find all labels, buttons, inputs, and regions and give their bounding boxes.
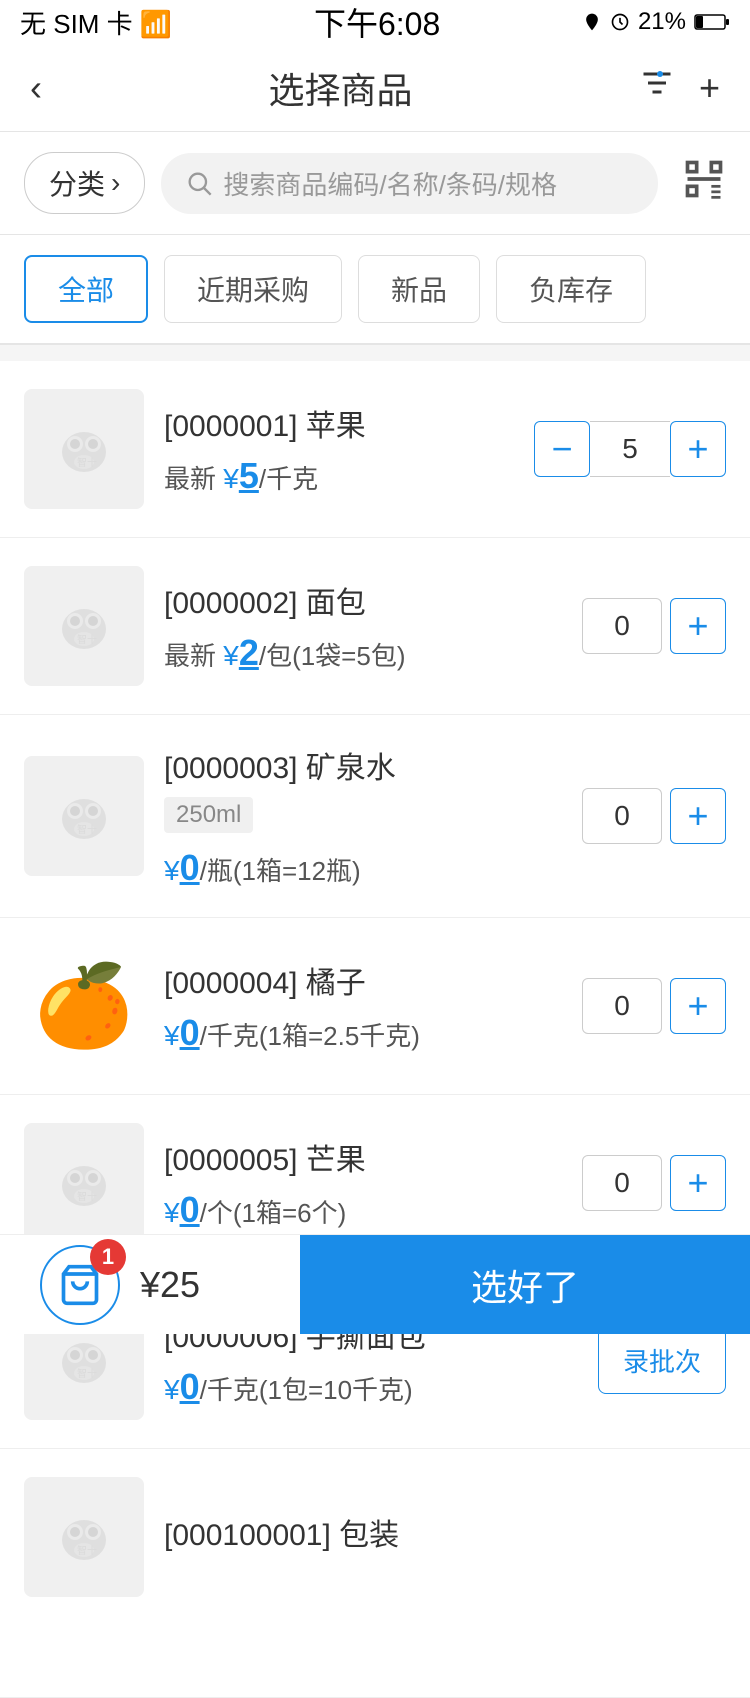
quantity-control: + bbox=[582, 978, 726, 1034]
product-price: ¥0/瓶(1箱=12瓶) bbox=[164, 847, 562, 889]
tab-bar: 全部 近期采购 新品 负库存 bbox=[0, 235, 750, 345]
status-left: 无 SIM 卡 📶 bbox=[20, 4, 172, 41]
product-name: [0000003] 矿泉水 bbox=[164, 743, 562, 787]
quantity-input[interactable] bbox=[582, 598, 662, 654]
status-right: 21% bbox=[582, 8, 730, 36]
battery-percent: 21% bbox=[638, 8, 686, 36]
product-item: 智十 [000100001] 包装 bbox=[0, 1449, 750, 1698]
search-placeholder: 搜索商品编码/名称/条码/规格 bbox=[223, 165, 557, 202]
increase-button[interactable]: + bbox=[670, 598, 726, 654]
product-item: 智十 [0000002] 面包 最新 ¥2/包(1袋=5包) + bbox=[0, 538, 750, 715]
product-price: ¥0/千克(1包=10千克) bbox=[164, 1366, 578, 1408]
owl-icon: 智十 bbox=[49, 591, 119, 661]
owl-icon: 智十 bbox=[49, 1325, 119, 1395]
quantity-control: + bbox=[582, 788, 726, 844]
product-name: [0000005] 芒果 bbox=[164, 1135, 562, 1179]
svg-text:智十: 智十 bbox=[77, 1190, 97, 1203]
tab-all[interactable]: 全部 bbox=[24, 255, 148, 323]
confirm-button[interactable]: 选好了 bbox=[300, 1235, 750, 1334]
add-icon[interactable]: + bbox=[699, 67, 720, 109]
batch-button[interactable]: 录批次 bbox=[598, 1327, 726, 1394]
search-box[interactable]: 搜索商品编码/名称/条码/规格 bbox=[161, 153, 658, 214]
product-image: 🍊 bbox=[24, 946, 144, 1066]
orange-image: 🍊 bbox=[34, 966, 134, 1046]
filter-bar: 分类 › 搜索商品编码/名称/条码/规格 bbox=[0, 132, 750, 235]
tab-negative[interactable]: 负库存 bbox=[496, 255, 646, 323]
svg-text:智十: 智十 bbox=[77, 633, 97, 646]
nav-bar: ‹ 选择商品 + bbox=[0, 44, 750, 132]
product-image: 智十 bbox=[24, 566, 144, 686]
location-icon bbox=[582, 12, 602, 32]
filter-icon[interactable] bbox=[639, 65, 675, 110]
cart-total: ¥25 bbox=[140, 1264, 200, 1306]
quantity-input[interactable] bbox=[582, 788, 662, 844]
tab-new[interactable]: 新品 bbox=[358, 255, 480, 323]
battery-icon bbox=[694, 12, 730, 32]
product-name: [0000004] 橘子 bbox=[164, 958, 562, 1002]
product-price: 最新 ¥5/千克 bbox=[164, 455, 514, 497]
product-info: [0000001] 苹果 最新 ¥5/千克 bbox=[164, 401, 514, 497]
svg-text:智十: 智十 bbox=[77, 1544, 97, 1557]
product-info: [0000005] 芒果 ¥0/个(1箱=6个) bbox=[164, 1135, 562, 1231]
product-info: [0000002] 面包 最新 ¥2/包(1袋=5包) bbox=[164, 578, 562, 674]
alarm-icon bbox=[610, 12, 630, 32]
increase-button[interactable]: + bbox=[670, 421, 726, 477]
svg-text:智十: 智十 bbox=[77, 1367, 97, 1380]
product-item: 🍊 [0000004] 橘子 ¥0/千克(1箱=2.5千克) + bbox=[0, 918, 750, 1095]
product-list: 智十 [0000001] 苹果 最新 ¥5/千克 − + 智十 bbox=[0, 361, 750, 1698]
back-button[interactable]: ‹ bbox=[30, 67, 42, 109]
product-name: [0000002] 面包 bbox=[164, 578, 562, 622]
category-button[interactable]: 分类 › bbox=[24, 152, 145, 214]
page-title: 选择商品 bbox=[268, 62, 412, 114]
bottom-bar: 1 ¥25 选好了 bbox=[0, 1234, 750, 1334]
product-price: ¥0/千克(1箱=2.5千克) bbox=[164, 1012, 562, 1054]
product-name: [0000001] 苹果 bbox=[164, 401, 514, 445]
product-image: 智十 bbox=[24, 389, 144, 509]
quantity-control: + bbox=[582, 598, 726, 654]
quantity-input[interactable] bbox=[582, 978, 662, 1034]
increase-button[interactable]: + bbox=[670, 1155, 726, 1211]
product-price: 最新 ¥2/包(1袋=5包) bbox=[164, 632, 562, 674]
status-time: 下午6:08 bbox=[314, 0, 440, 45]
product-info: [000100001] 包装 bbox=[164, 1510, 726, 1564]
increase-button[interactable]: + bbox=[670, 788, 726, 844]
svg-text:智十: 智十 bbox=[77, 823, 97, 836]
cart-button[interactable]: 1 bbox=[40, 1245, 120, 1325]
quantity-input[interactable] bbox=[582, 1155, 662, 1211]
owl-icon: 智十 bbox=[49, 1148, 119, 1218]
product-info: [0000003] 矿泉水 250ml ¥0/瓶(1箱=12瓶) bbox=[164, 743, 562, 889]
product-spec: 250ml bbox=[164, 797, 253, 833]
status-bar: 无 SIM 卡 📶 下午6:08 21% bbox=[0, 0, 750, 44]
product-image: 智十 bbox=[24, 1123, 144, 1243]
owl-icon: 智十 bbox=[49, 414, 119, 484]
product-item: 智十 [0000003] 矿泉水 250ml ¥0/瓶(1箱=12瓶) + bbox=[0, 715, 750, 918]
increase-button[interactable]: + bbox=[670, 978, 726, 1034]
search-icon bbox=[185, 169, 213, 197]
cart-area: 1 ¥25 bbox=[0, 1245, 300, 1325]
decrease-button[interactable]: − bbox=[534, 421, 590, 477]
quantity-control: − + bbox=[534, 421, 726, 477]
product-item: 智十 [0000001] 苹果 最新 ¥5/千克 − + bbox=[0, 361, 750, 538]
scan-icon[interactable] bbox=[682, 157, 726, 210]
divider bbox=[0, 345, 750, 361]
product-name: [000100001] 包装 bbox=[164, 1510, 726, 1554]
product-info: [0000004] 橘子 ¥0/千克(1箱=2.5千克) bbox=[164, 958, 562, 1054]
owl-icon: 智十 bbox=[49, 781, 119, 851]
quantity-input[interactable] bbox=[590, 421, 670, 477]
tab-recent[interactable]: 近期采购 bbox=[164, 255, 342, 323]
product-price: ¥0/个(1箱=6个) bbox=[164, 1189, 562, 1231]
product-image: 智十 bbox=[24, 756, 144, 876]
svg-text:智十: 智十 bbox=[77, 456, 97, 469]
owl-icon: 智十 bbox=[49, 1502, 119, 1572]
cart-badge: 1 bbox=[90, 1239, 126, 1275]
product-image: 智十 bbox=[24, 1477, 144, 1597]
quantity-control: + bbox=[582, 1155, 726, 1211]
